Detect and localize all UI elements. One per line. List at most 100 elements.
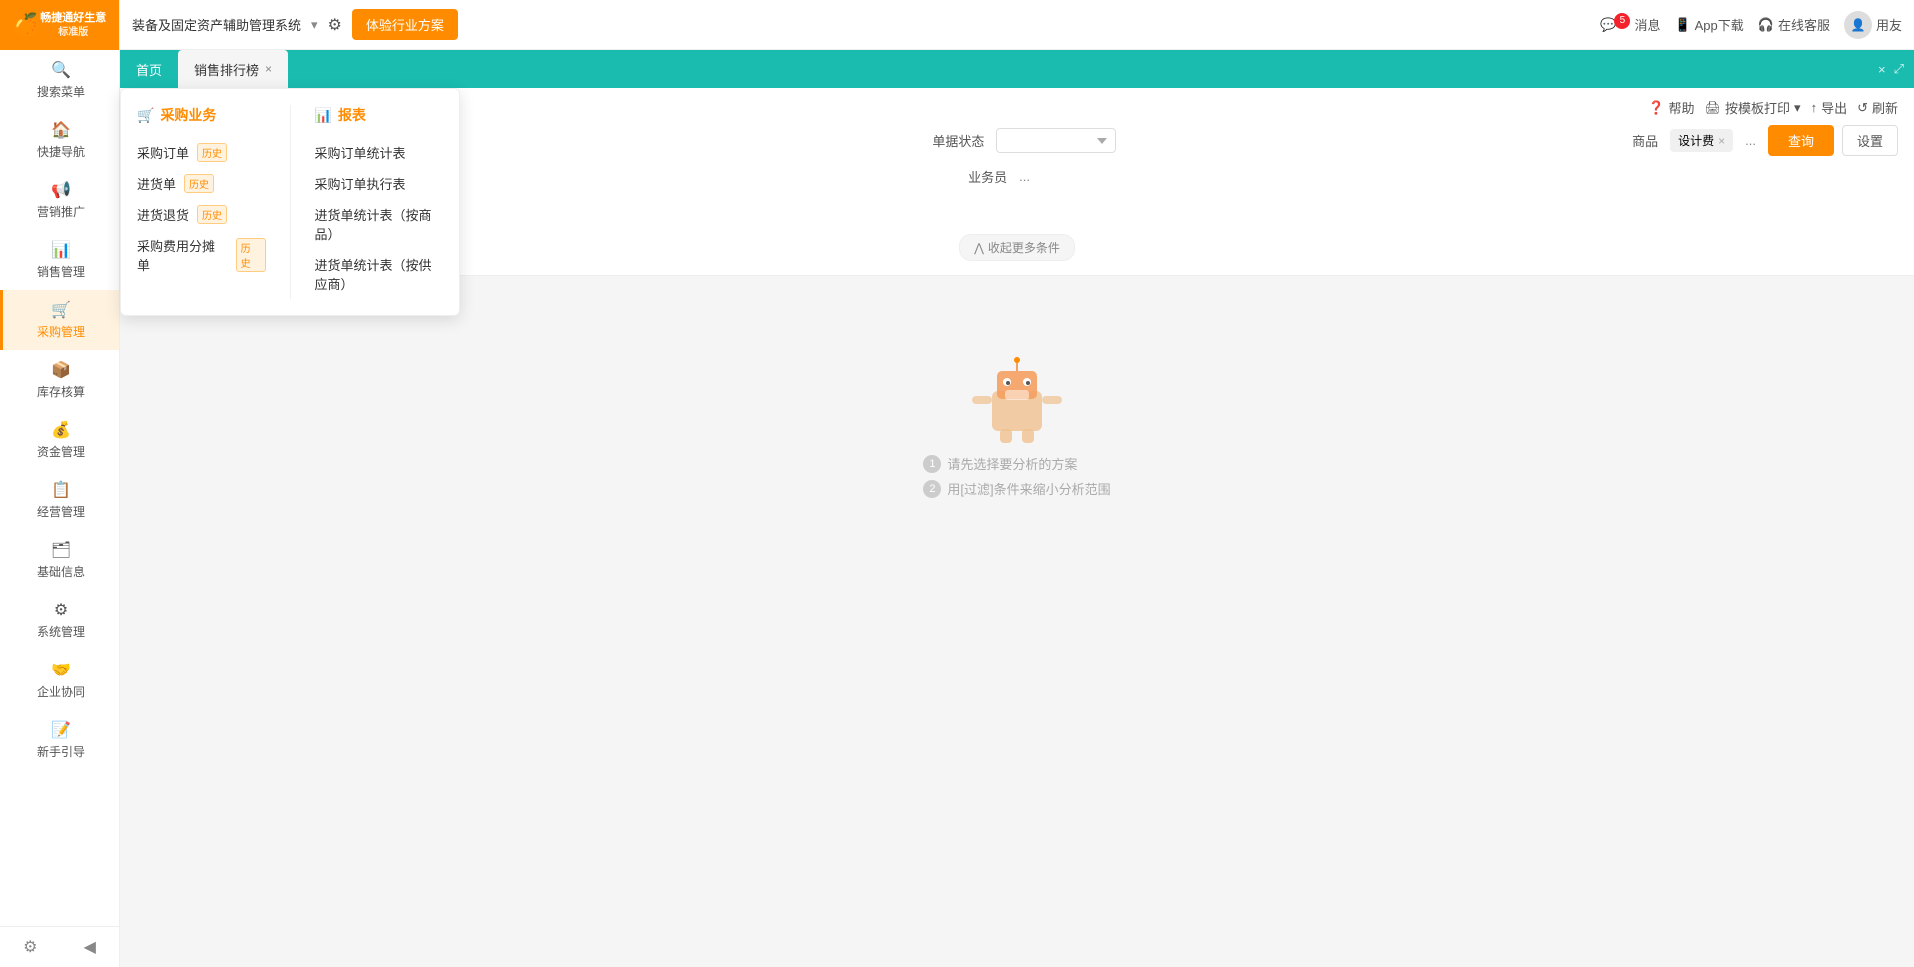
tab-active-label: 销售排行榜 <box>194 60 259 79</box>
dropdown-col-purchase: 🛒 采购业务 采购订单 历史 进货单 历史 进货退货 历史 采购费用分摊单 历史 <box>137 105 266 299</box>
tab-home[interactable]: 首页 <box>120 50 178 88</box>
online-service-label: 在线客服 <box>1778 15 1830 34</box>
sidebar-item-system[interactable]: ⚙系统管理 <box>0 590 119 650</box>
dropdown-cols: 🛒 采购业务 采购订单 历史 进货单 历史 进货退货 历史 采购费用分摊单 历史 <box>137 105 443 299</box>
refresh-btn[interactable]: ↺ 刷新 <box>1857 98 1898 117</box>
help-btn[interactable]: ❓ 帮助 <box>1648 98 1694 117</box>
sales-label: 销售管理 <box>37 263 85 280</box>
dropdown-purchase-title: 🛒 采购业务 <box>137 105 266 125</box>
sidebar-item-basic-info[interactable]: 🗂 基础信息 <box>0 530 119 590</box>
chevron-icon[interactable]: ▾ <box>311 17 318 33</box>
inbound-by-supplier-label: 进货单统计表（按供应商） <box>315 255 444 293</box>
salesperson-more[interactable]: ... <box>1019 169 1030 184</box>
collapse-label: 收起更多条件 <box>988 239 1060 256</box>
purchase-icon: 🛒 <box>51 300 71 320</box>
dropdown-item-purchase-order[interactable]: 采购订单 历史 <box>137 137 266 168</box>
dropdown-item-inbound-by-goods[interactable]: 进货单统计表（按商品） <box>315 199 444 249</box>
purchase-order-hist[interactable]: 历史 <box>197 143 227 162</box>
search-icon: 🔍 <box>51 60 71 80</box>
collapse-sidebar-icon[interactable]: ◀ <box>84 937 96 957</box>
po-stat-label: 采购订单统计表 <box>315 143 406 162</box>
basic-info-label: 基础信息 <box>37 563 85 580</box>
export-btn[interactable]: ↑ 导出 <box>1811 98 1848 117</box>
dropdown-item-purchase-expense[interactable]: 采购费用分摊单 历史 <box>137 230 266 280</box>
message-action[interactable]: 💬 5 消息 <box>1600 15 1660 34</box>
online-service-action[interactable]: 🎧 在线客服 <box>1758 15 1830 34</box>
sidebar-item-sales[interactable]: 📊 销售管理 <box>0 230 119 290</box>
sidebar-item-purchase[interactable]: 🛒 采购管理 <box>0 290 119 350</box>
app-download-label: App下载 <box>1695 15 1744 34</box>
dropdown-item-po-exec[interactable]: 采购订单执行表 <box>315 168 444 199</box>
help-label: 帮助 <box>1668 98 1694 117</box>
enterprise-label: 企业协同 <box>37 683 85 700</box>
sidebar: 🍊 畅捷通好生意 标准版 🔍搜索菜单🏠快捷导航📢营销推广📊销售管理🛒采购管理📦库… <box>0 0 120 967</box>
headset-icon: 🎧 <box>1758 17 1774 33</box>
dropdown-item-purchase-inbound[interactable]: 进货单 历史 <box>137 168 266 199</box>
sidebar-item-search[interactable]: 🔍搜索菜单 <box>0 50 119 110</box>
logo-icon: 🍊 <box>13 12 40 38</box>
query-btn[interactable]: 查询 <box>1768 125 1834 156</box>
dropdown-item-inbound-by-supplier[interactable]: 进货单统计表（按供应商） <box>315 249 444 299</box>
basic-info-icon: 🗂 <box>51 540 71 560</box>
purchase-label: 采购管理 <box>37 323 85 340</box>
report-col-label: 报表 <box>338 105 366 125</box>
inbound-by-goods-label: 进货单统计表（按商品） <box>315 205 444 243</box>
print-label: 按模板打印 <box>1725 98 1790 117</box>
collapse-icon: ⋀ <box>974 241 984 255</box>
enterprise-icon: 🤝 <box>51 660 71 680</box>
step1-icon: 1 <box>923 455 941 473</box>
sidebar-item-inventory[interactable]: 📦 库存核算 <box>0 350 119 410</box>
settings-footer-icon[interactable]: ⚙ <box>23 937 37 957</box>
empty-tip2: 用[过滤]条件来缩小分析范围 <box>947 479 1110 498</box>
guide-icon: 📝 <box>51 720 71 740</box>
tab-close-icon[interactable]: × <box>265 62 272 76</box>
operations-label: 经营管理 <box>37 503 85 520</box>
goods-more[interactable]: ... <box>1745 133 1756 148</box>
quick-nav-icon: 🏠 <box>51 120 71 140</box>
user-action[interactable]: 👤 用友 <box>1844 11 1902 39</box>
inventory-icon: 📦 <box>51 360 71 380</box>
purchase-return-hist[interactable]: 历史 <box>197 205 227 224</box>
tab-sales-ranking[interactable]: 销售排行榜 × <box>178 50 288 88</box>
purchase-expense-label: 采购费用分摊单 <box>137 236 228 274</box>
sales-icon: 📊 <box>51 240 71 260</box>
system-icon: ⚙ <box>54 600 68 620</box>
empty-illustration <box>967 356 1067 446</box>
sidebar-item-enterprise[interactable]: 🤝 企业协同 <box>0 650 119 710</box>
empty-state: 1 请先选择要分析的方案 2 用[过滤]条件来缩小分析范围 <box>120 276 1914 578</box>
sidebar-footer: ⚙ ◀ <box>0 926 119 967</box>
marketing-icon: 📢 <box>51 180 71 200</box>
settings-icon[interactable]: ⚙ <box>328 15 342 35</box>
sidebar-item-guide[interactable]: 📝新手引导 <box>0 710 119 770</box>
phone-icon: 📱 <box>1674 17 1690 33</box>
voucher-status-select[interactable] <box>996 128 1116 153</box>
tab-end-expand-icon[interactable]: ⤢ <box>1894 61 1904 77</box>
purchase-inbound-hist[interactable]: 历史 <box>184 174 214 193</box>
report-col-icon: 📊 <box>315 107 332 124</box>
tab-end-close-icon[interactable]: × <box>1878 62 1886 77</box>
goods-tag-close[interactable]: × <box>1718 134 1725 148</box>
print-btn[interactable]: 🖨 按模板打印 ▾ <box>1705 98 1801 117</box>
po-exec-label: 采购订单执行表 <box>315 174 406 193</box>
print-icon: 🖨 <box>1705 100 1722 116</box>
collapse-btn[interactable]: ⋀ 收起更多条件 <box>959 234 1075 261</box>
sidebar-nav: 🔍搜索菜单🏠快捷导航📢营销推广 📊 销售管理 🛒 采购管理 📦 库存核算 💰资金管理📋经营管理… <box>0 50 119 926</box>
app-download-action[interactable]: 📱 App下载 <box>1674 15 1743 34</box>
sidebar-item-marketing[interactable]: 📢营销推广 <box>0 170 119 230</box>
export-label: 导出 <box>1821 98 1847 117</box>
filter-settings-btn[interactable]: 设置 <box>1842 125 1898 156</box>
purchase-col-label: 采购业务 <box>160 105 216 125</box>
purchase-expense-hist[interactable]: 历史 <box>236 238 266 272</box>
sidebar-item-quick-nav[interactable]: 🏠快捷导航 <box>0 110 119 170</box>
print-chevron[interactable]: ▾ <box>1794 100 1801 116</box>
inventory-label: 库存核算 <box>37 383 85 400</box>
topbar: 装备及固定资产辅助管理系统 ▾ ⚙ 体验行业方案 💬 5 消息 📱 App下载 … <box>120 0 1914 50</box>
dropdown-col-report: 📊 报表 采购订单统计表 采购订单执行表 进货单统计表（按商品） 进货单统计表（… <box>315 105 444 299</box>
sidebar-item-finance[interactable]: 💰资金管理 <box>0 410 119 470</box>
dropdown-report-title: 📊 报表 <box>315 105 444 125</box>
dropdown-item-po-stat[interactable]: 采购订单统计表 <box>315 137 444 168</box>
dropdown-menu: 🛒 采购业务 采购订单 历史 进货单 历史 进货退货 历史 采购费用分摊单 历史 <box>120 88 460 316</box>
dropdown-item-purchase-return[interactable]: 进货退货 历史 <box>137 199 266 230</box>
sidebar-item-operations[interactable]: 📋经营管理 <box>0 470 119 530</box>
industry-btn[interactable]: 体验行业方案 <box>352 9 458 40</box>
